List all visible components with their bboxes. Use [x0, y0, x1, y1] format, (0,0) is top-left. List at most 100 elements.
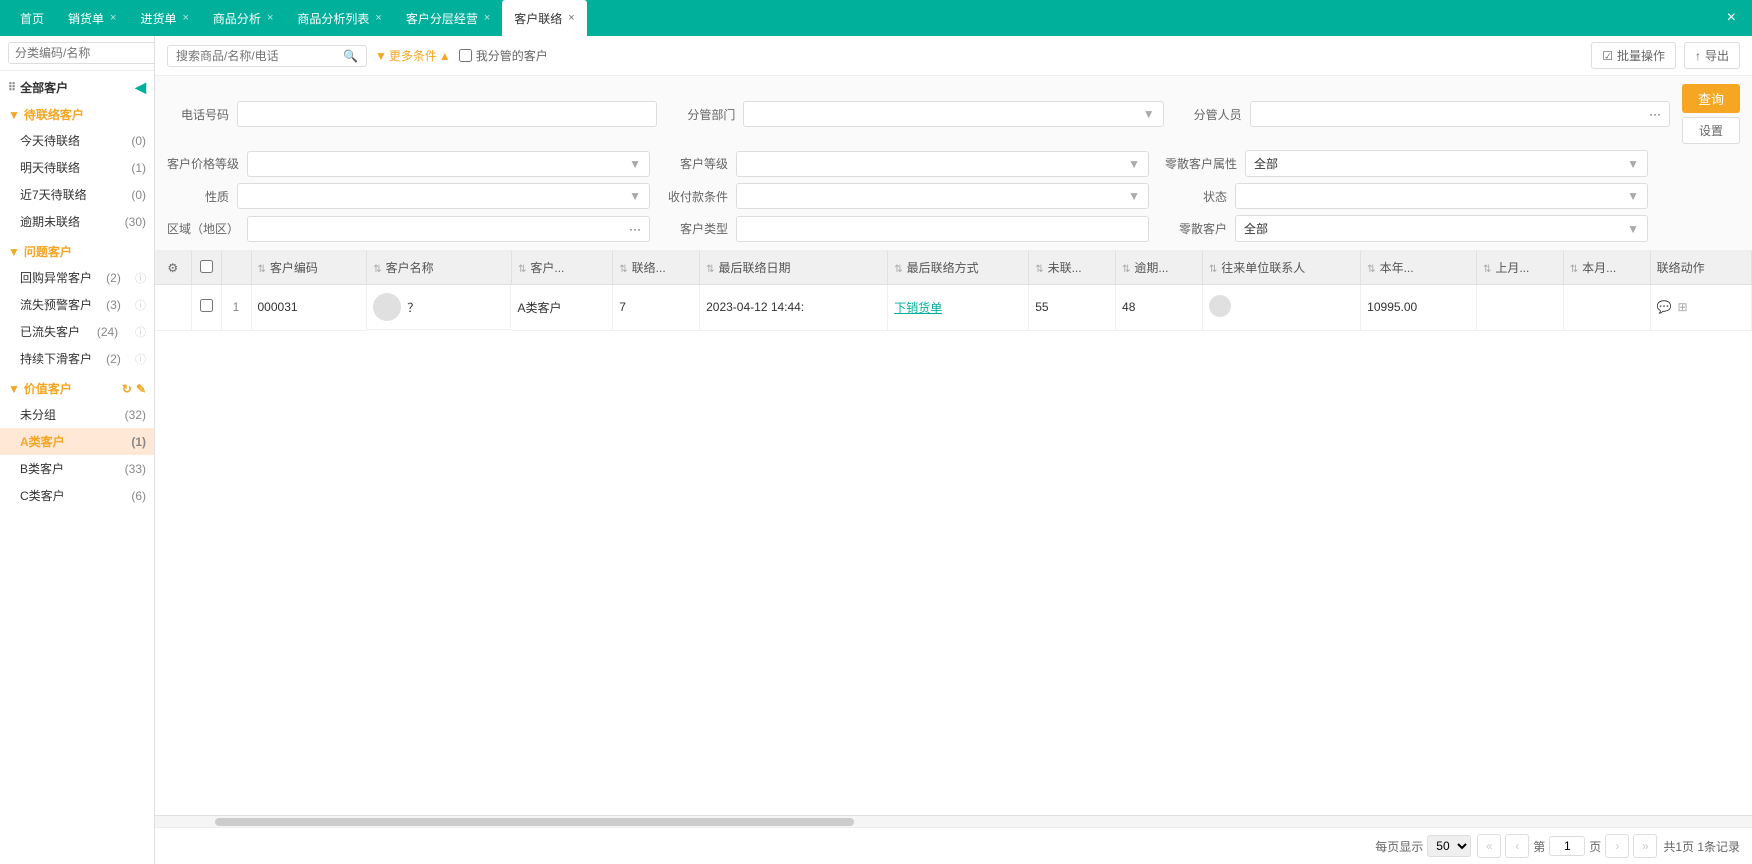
status-select[interactable]: ▼	[1235, 183, 1648, 209]
close-purchase-icon[interactable]: ×	[182, 12, 188, 24]
price-tier-label: 客户价格等级	[167, 155, 247, 172]
td-last-month	[1476, 285, 1563, 331]
sidebar-collapse-icon[interactable]: ◀	[135, 79, 146, 96]
nav-customer-contact[interactable]: 客户联络 ×	[502, 0, 586, 36]
total-info: 共1页 1条记录	[1663, 838, 1740, 855]
td-contact-person	[1202, 285, 1360, 331]
nav-sales[interactable]: 销货单 ×	[56, 0, 128, 36]
th-num	[221, 251, 251, 285]
sidebar-item-lost[interactable]: 已流失客户 (24) ⓘ	[0, 318, 154, 345]
th-this-year: ⇅本年...	[1361, 251, 1477, 285]
region-input[interactable]: ···	[247, 216, 650, 242]
sidebar-item-declining[interactable]: 持续下滑客户 (2) ⓘ	[0, 345, 154, 372]
sidebar-item-loss-warning[interactable]: 流失预警客户 (3) ⓘ	[0, 291, 154, 318]
close-customer-tier-icon[interactable]: ×	[484, 12, 490, 24]
nav-customer-tier[interactable]: 客户分层经营 ×	[394, 0, 502, 36]
horizontal-scrollbar[interactable]	[155, 815, 1752, 827]
nature-select[interactable]: ▼	[237, 183, 650, 209]
query-button[interactable]: 查询	[1682, 84, 1740, 113]
filter-bar-right: ☑ 批量操作 ↑ 导出	[1591, 42, 1740, 69]
scatter-prop-select[interactable]: 全部▼	[1245, 150, 1648, 177]
td-action: 💬 ⊞	[1650, 285, 1751, 331]
td-last-method: 下销货单	[888, 285, 1029, 331]
td-overdue: 48	[1116, 285, 1203, 331]
sidebar: 🔍 ⠿ 全部客户 ◀ ▼ 待联络客户 今天待联络 (0)	[0, 36, 155, 864]
customer-grade-select[interactable]: ▼	[736, 151, 1149, 177]
row-checkbox[interactable]	[200, 299, 213, 312]
window-close-icon[interactable]: ×	[1719, 9, 1744, 27]
dept-select[interactable]: ▼	[743, 101, 1163, 127]
td-this-month	[1563, 285, 1650, 331]
th-contact-count: ⇅联络...	[613, 251, 700, 285]
nav-purchase[interactable]: 进货单 ×	[128, 0, 200, 36]
scatter-customer-select[interactable]: 全部▼	[1235, 215, 1648, 242]
customer-type-input[interactable]	[736, 216, 1149, 242]
info-icon-repurchase: ⓘ	[135, 270, 146, 286]
qr-icon[interactable]: ⊞	[1678, 300, 1688, 314]
per-page-select[interactable]: 50	[1427, 835, 1471, 857]
close-sales-icon[interactable]: ×	[110, 12, 116, 24]
first-page-button[interactable]: «	[1477, 834, 1501, 858]
prev-page-button[interactable]: ‹	[1505, 834, 1529, 858]
sidebar-item-c-class[interactable]: C类客户 (6)	[0, 482, 154, 509]
top-navigation: 首页 销货单 × 进货单 × 商品分析 × 商品分析列表 × 客户分层经营 × …	[0, 0, 1752, 36]
nav-home[interactable]: 首页	[8, 0, 56, 36]
close-analysis-list-icon[interactable]: ×	[375, 12, 381, 24]
td-last-date: 2023-04-12 14:44:	[700, 285, 888, 331]
close-analysis-icon[interactable]: ×	[267, 12, 273, 24]
sidebar-item-a-class[interactable]: A类客户 (1)	[0, 428, 154, 455]
sidebar-item-tomorrow[interactable]: 明天待联络 (1)	[0, 154, 154, 181]
payment-select[interactable]: ▼	[736, 183, 1149, 209]
table-header-row: ⚙ ⇅客户编码 ⇅客户名称	[155, 251, 1752, 285]
scatter-customer-label: 零散客户	[1165, 220, 1235, 237]
nav-analysis[interactable]: 商品分析 ×	[201, 0, 285, 36]
filter-search-icon[interactable]: 🔍	[343, 49, 358, 63]
filter-search-input[interactable]	[176, 49, 343, 63]
sidebar-item-overdue[interactable]: 逾期未联络 (30)	[0, 208, 154, 235]
sidebar-item-unclassified[interactable]: 未分组 (32)	[0, 401, 154, 428]
my-customers-checkbox-input[interactable]	[459, 49, 472, 62]
value-edit-icon[interactable]: ✎	[136, 382, 146, 396]
next-page-button[interactable]: ›	[1605, 834, 1629, 858]
phone-input[interactable]	[237, 101, 657, 127]
td-type: A类客户	[511, 285, 612, 331]
th-name: ⇅客户名称	[367, 251, 512, 285]
sidebar-group-problem-label[interactable]: ▼ 问题客户	[0, 239, 154, 264]
scatter-prop-label: 零散客户属性	[1165, 155, 1245, 172]
close-customer-contact-icon[interactable]: ×	[568, 12, 574, 24]
sidebar-group-value-label[interactable]: ▼ 价值客户 ↻ ✎	[0, 376, 154, 401]
th-contact-person: ⇅往来单位联系人	[1202, 251, 1360, 285]
nav-analysis-list[interactable]: 商品分析列表 ×	[285, 0, 393, 36]
sidebar-item-7days[interactable]: 近7天待联络 (0)	[0, 181, 154, 208]
more-conditions-button[interactable]: ▼ 更多条件 ▲	[375, 47, 451, 64]
value-refresh-icon[interactable]: ↻	[122, 382, 132, 396]
th-last-month: ⇅上月...	[1476, 251, 1563, 285]
batch-op-icon: ☑	[1602, 49, 1613, 63]
filter-row-4: 区域（地区） ··· 客户类型 零散客户 全部▼	[167, 215, 1740, 242]
sidebar-group-pending-label[interactable]: ▼ 待联络客户	[0, 102, 154, 127]
th-type: ⇅客户...	[511, 251, 612, 285]
filter-bar: 🔍 ▼ 更多条件 ▲ 我分管的客户 ☑ 批量操作	[155, 36, 1752, 76]
sidebar-item-b-class[interactable]: B类客户 (33)	[0, 455, 154, 482]
sidebar-item-repurchase-abnormal[interactable]: 回购异常客户 (2) ⓘ	[0, 264, 154, 291]
page-number-input[interactable]	[1549, 836, 1585, 856]
sidebar-group-problem: ▼ 问题客户 回购异常客户 (2) ⓘ 流失预警客户 (3) ⓘ 已流失客户 (…	[0, 237, 154, 374]
sidebar-search-input[interactable]	[8, 42, 155, 64]
sidebar-item-today[interactable]: 今天待联络 (0)	[0, 127, 154, 154]
manager-select[interactable]: ···	[1250, 101, 1670, 127]
settings-button[interactable]: 设置	[1682, 117, 1740, 144]
customer-type-label: 客户类型	[666, 220, 736, 237]
status-label: 状态	[1165, 188, 1235, 205]
info-icon-lost: ⓘ	[135, 324, 146, 340]
export-button[interactable]: ↑ 导出	[1684, 42, 1740, 69]
page-navigator: « ‹ 第 页 › »	[1477, 834, 1657, 858]
price-tier-select[interactable]: ▼	[247, 151, 650, 177]
data-table-container: ⚙ ⇅客户编码 ⇅客户名称	[155, 251, 1752, 815]
select-all-checkbox[interactable]	[200, 260, 213, 273]
last-method-link[interactable]: 下销货单	[894, 301, 942, 315]
batch-op-button[interactable]: ☑ 批量操作	[1591, 42, 1676, 69]
last-page-button[interactable]: »	[1633, 834, 1657, 858]
gear-icon[interactable]: ⚙	[167, 261, 178, 275]
chat-icon[interactable]: 💬	[1657, 300, 1672, 314]
th-gear: ⚙	[155, 251, 191, 285]
